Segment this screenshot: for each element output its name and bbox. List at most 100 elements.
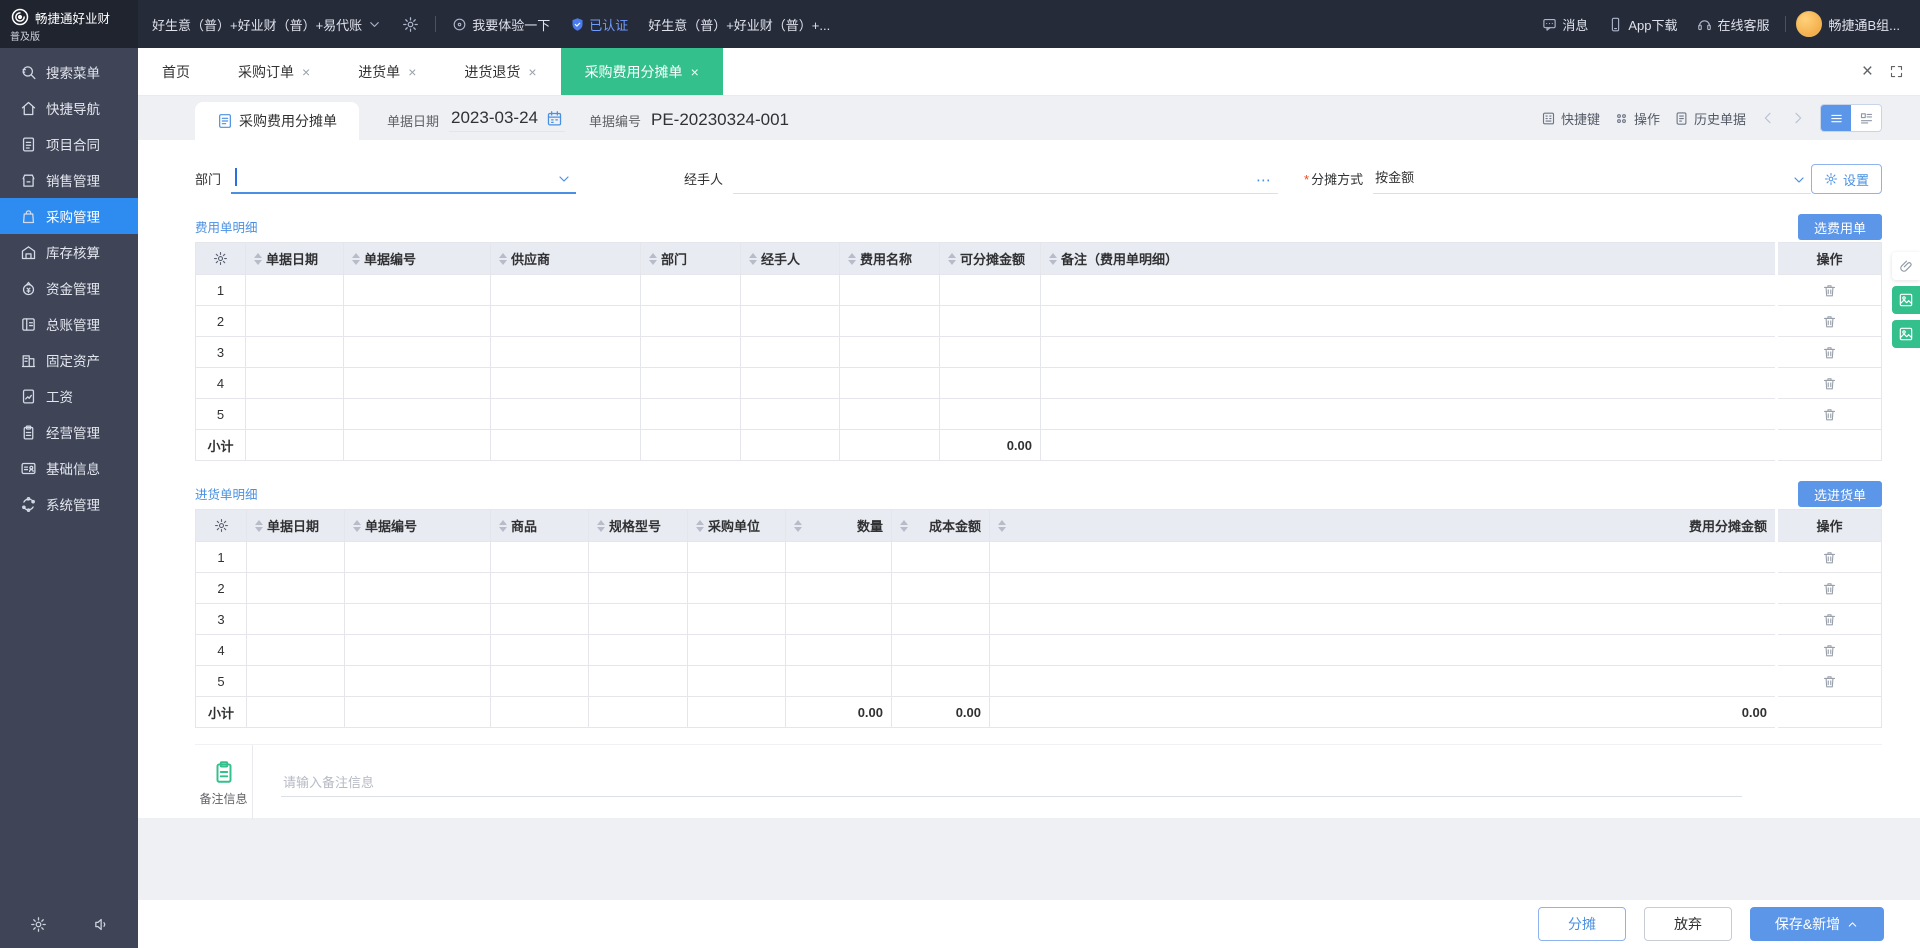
grid-cell[interactable] — [344, 541, 491, 573]
grid-cell[interactable] — [343, 305, 491, 337]
history-docs-button[interactable]: 历史单据 — [1674, 109, 1746, 128]
grid-cell[interactable] — [1040, 305, 1777, 337]
grid-cell[interactable] — [891, 665, 990, 697]
grid-cell[interactable] — [344, 665, 491, 697]
sidebar-collapse-icon[interactable] — [93, 916, 110, 933]
online-service-button[interactable]: 在线客服 — [1697, 15, 1769, 34]
grid-cell[interactable] — [343, 367, 491, 399]
grid-cell[interactable] — [891, 603, 990, 635]
handler-field[interactable]: ⋯ — [733, 162, 1279, 194]
column-header[interactable]: 单据编号 — [343, 242, 491, 275]
grid-cell[interactable] — [246, 634, 345, 666]
calendar-icon[interactable] — [546, 110, 563, 127]
column-header[interactable]: 可分摊金额 — [939, 242, 1041, 275]
grid-cell[interactable] — [245, 274, 344, 306]
grid-cell[interactable] — [989, 634, 1777, 666]
grid-cell[interactable] — [687, 603, 786, 635]
sidebar-item-8[interactable]: 固定资产 — [0, 342, 138, 378]
certified-badge[interactable]: 已认证 — [570, 15, 628, 34]
close-tab-icon[interactable]: × — [528, 65, 536, 79]
dept-field[interactable] — [231, 162, 577, 194]
grid-cell[interactable] — [588, 572, 688, 604]
chevron-down-icon[interactable] — [367, 17, 382, 32]
close-all-tabs-icon[interactable]: × — [1862, 62, 1873, 81]
grid-cell[interactable] — [640, 305, 741, 337]
sort-icon[interactable] — [353, 519, 361, 532]
sidebar-item-2[interactable]: 项目合同 — [0, 126, 138, 162]
sidebar-item-6[interactable]: 资金管理 — [0, 270, 138, 306]
grid-cell[interactable] — [490, 541, 589, 573]
delete-row-icon[interactable] — [1822, 612, 1837, 627]
dept-input[interactable] — [231, 171, 557, 192]
grid-cell[interactable] — [740, 274, 840, 306]
column-header[interactable]: 备注（费用单明细） — [1040, 242, 1777, 275]
grid-cell[interactable] — [939, 367, 1041, 399]
grid-cell[interactable] — [687, 541, 786, 573]
grid-cell[interactable] — [344, 572, 491, 604]
grid-cell[interactable] — [640, 367, 741, 399]
gear-icon[interactable] — [402, 16, 419, 33]
grid-cell[interactable] — [588, 665, 688, 697]
shortcut-keys-button[interactable]: 快捷键 — [1541, 109, 1600, 128]
sort-icon[interactable] — [794, 519, 802, 532]
column-settings-button[interactable] — [195, 242, 246, 275]
grid-cell[interactable] — [687, 572, 786, 604]
grid-cell[interactable] — [1040, 367, 1777, 399]
sort-icon[interactable] — [848, 252, 856, 265]
product-combo[interactable]: 好生意（普）+好业财（普）+易代账 — [152, 15, 382, 34]
grid-cell[interactable] — [490, 665, 589, 697]
sort-icon[interactable] — [352, 252, 360, 265]
column-settings-button[interactable] — [195, 509, 247, 542]
grid-cell[interactable] — [740, 398, 840, 430]
sidebar-settings-icon[interactable] — [30, 916, 47, 933]
settings-button[interactable]: 设置 — [1810, 164, 1882, 194]
grid-cell[interactable] — [490, 603, 589, 635]
grid-cell[interactable] — [490, 572, 589, 604]
sidebar-item-5[interactable]: 库存核算 — [0, 234, 138, 270]
close-tab-icon[interactable]: × — [408, 65, 416, 79]
form-view-button[interactable] — [1851, 105, 1881, 131]
tab-1[interactable]: 采购订单 × — [214, 48, 334, 95]
grid-cell[interactable] — [839, 398, 940, 430]
experience-link[interactable]: 我要体验一下 — [452, 15, 550, 34]
grid-cell[interactable] — [785, 603, 892, 635]
delete-row-icon[interactable] — [1822, 550, 1837, 565]
grid-cell[interactable] — [245, 305, 344, 337]
delete-row-icon[interactable] — [1822, 407, 1837, 422]
ellipsis-picker-icon[interactable]: ⋯ — [1256, 171, 1272, 189]
grid-cell[interactable] — [785, 541, 892, 573]
sidebar-item-7[interactable]: 总账管理 — [0, 306, 138, 342]
grid-cell[interactable] — [343, 336, 491, 368]
delete-row-icon[interactable] — [1822, 674, 1837, 689]
select-expense-doc-button[interactable]: 选费用单 — [1797, 214, 1882, 240]
sort-icon[interactable] — [649, 252, 657, 265]
save-and-new-button[interactable]: 保存&新增 — [1750, 907, 1884, 941]
grid-cell[interactable] — [687, 634, 786, 666]
column-header[interactable]: 单据日期 — [246, 509, 345, 542]
grid-cell[interactable] — [245, 398, 344, 430]
tab-4[interactable]: 采购费用分摊单 × — [560, 48, 723, 95]
chevron-down-icon[interactable] — [1791, 172, 1807, 188]
grid-cell[interactable] — [245, 336, 344, 368]
grid-cell[interactable] — [588, 634, 688, 666]
sidebar-item-10[interactable]: 经营管理 — [0, 414, 138, 450]
delete-row-icon[interactable] — [1822, 643, 1837, 658]
sort-icon[interactable] — [499, 519, 507, 532]
grid-cell[interactable] — [839, 274, 940, 306]
grid-cell[interactable] — [640, 398, 741, 430]
sort-icon[interactable] — [254, 252, 262, 265]
grid-cell[interactable] — [785, 572, 892, 604]
close-tab-icon[interactable]: × — [691, 65, 699, 79]
grid-cell[interactable] — [246, 665, 345, 697]
grid-cell[interactable] — [490, 336, 641, 368]
grid-cell[interactable] — [588, 603, 688, 635]
sidebar-item-11[interactable]: 基础信息 — [0, 450, 138, 486]
column-header[interactable]: 单据日期 — [245, 242, 344, 275]
grid-cell[interactable] — [740, 305, 840, 337]
tab-2[interactable]: 进货单 × — [334, 48, 440, 95]
tab-3[interactable]: 进货退货 × — [440, 48, 560, 95]
sidebar-item-9[interactable]: 工资 — [0, 378, 138, 414]
grid-cell[interactable] — [490, 274, 641, 306]
discard-button[interactable]: 放弃 — [1644, 907, 1732, 941]
grid-cell[interactable] — [246, 541, 345, 573]
